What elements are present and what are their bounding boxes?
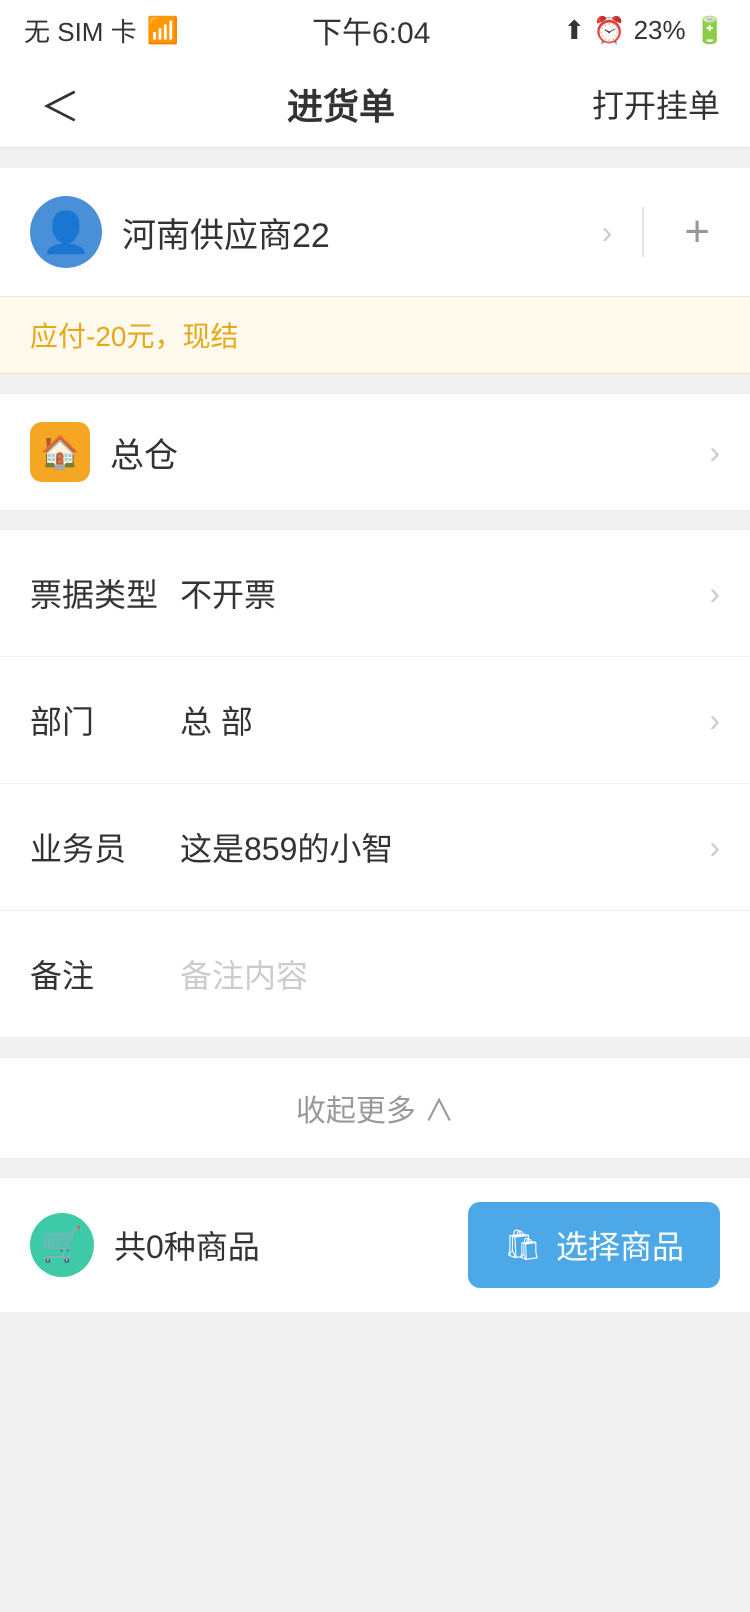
select-product-label: 选择商品	[556, 1222, 684, 1268]
dept-value: 总 部	[180, 697, 709, 743]
supplier-section: 👤 河南供应商22 › + 应付-20元，现结	[0, 168, 750, 374]
warehouse-icon: 🏠	[40, 433, 80, 471]
supplier-row-right: › +	[602, 207, 720, 257]
chevron-icon: ›	[602, 214, 613, 251]
collapse-row[interactable]: 收起更多 ∧	[0, 1057, 750, 1158]
vertical-divider	[642, 207, 644, 257]
supplier-row[interactable]: 👤 河南供应商22 › +	[0, 168, 750, 296]
product-icon-wrap: 🛒	[30, 1213, 94, 1277]
avatar-icon: 👤	[41, 209, 91, 256]
invoice-chevron-icon: ›	[709, 575, 720, 612]
open-pending-button[interactable]: 打开挂单	[592, 81, 720, 127]
section-gap-2	[0, 374, 750, 394]
supplier-name: 河南供应商22	[122, 208, 602, 257]
select-product-button[interactable]: 🛍 选择商品	[468, 1202, 720, 1288]
back-button[interactable]: ＜	[30, 65, 90, 143]
status-bar: 无 SIM 卡 📶 下午6:04 ⬆ ⏰ 23% 🔋	[0, 0, 750, 60]
section-gap-1	[0, 148, 750, 168]
product-count: 共0种商品	[114, 1222, 448, 1268]
collapse-button[interactable]: 收起更多 ∧	[296, 1086, 454, 1130]
bottom-bar: 🛒 共0种商品 🛍 选择商品	[0, 1178, 750, 1312]
wifi-icon: 📶	[147, 15, 179, 46]
page-background	[0, 1312, 750, 1612]
form-section: 票据类型 不开票 › 部门 总 部 › 业务员 这是859的小智 › 备注 备注…	[0, 530, 750, 1037]
remark-label: 备注	[30, 951, 170, 997]
dept-label: 部门	[30, 697, 170, 743]
warehouse-name: 总仓	[110, 428, 709, 477]
status-right: ⬆ ⏰ 23% 🔋	[563, 15, 726, 46]
notice-text: 应付-20元，现结	[30, 321, 238, 352]
carrier-text: 无 SIM 卡	[24, 12, 137, 49]
warehouse-section: 🏠 总仓 ›	[0, 394, 750, 510]
warehouse-row[interactable]: 🏠 总仓 ›	[0, 394, 750, 510]
nav-bar: ＜ 进货单 打开挂单	[0, 60, 750, 148]
staff-chevron-icon: ›	[709, 829, 720, 866]
battery-text: 23%	[634, 15, 686, 46]
invoice-label: 票据类型	[30, 570, 170, 616]
select-product-icon: 🛍	[504, 1228, 542, 1263]
battery-icon: 🔋	[694, 15, 726, 46]
invoice-value: 不开票	[180, 570, 709, 616]
supplier-avatar: 👤	[30, 196, 102, 268]
remark-input[interactable]: 备注内容	[180, 951, 720, 997]
alarm-icon: ⏰	[593, 15, 625, 46]
remark-row[interactable]: 备注 备注内容	[0, 911, 750, 1037]
staff-row[interactable]: 业务员 这是859的小智 ›	[0, 784, 750, 911]
dept-row[interactable]: 部门 总 部 ›	[0, 657, 750, 784]
warehouse-chevron-icon: ›	[709, 434, 720, 471]
warehouse-icon-wrap: 🏠	[30, 422, 90, 482]
staff-value: 这是859的小智	[180, 824, 709, 870]
page-title: 进货单	[287, 78, 395, 130]
notice-banner: 应付-20元，现结	[0, 296, 750, 374]
status-left: 无 SIM 卡 📶	[24, 12, 179, 49]
location-icon: ⬆	[563, 15, 585, 46]
add-supplier-button[interactable]: +	[674, 207, 720, 257]
invoice-type-row[interactable]: 票据类型 不开票 ›	[0, 530, 750, 657]
product-icon: 🛒	[41, 1225, 83, 1265]
staff-label: 业务员	[30, 824, 170, 870]
dept-chevron-icon: ›	[709, 702, 720, 739]
status-time: 下午6:04	[312, 8, 430, 52]
